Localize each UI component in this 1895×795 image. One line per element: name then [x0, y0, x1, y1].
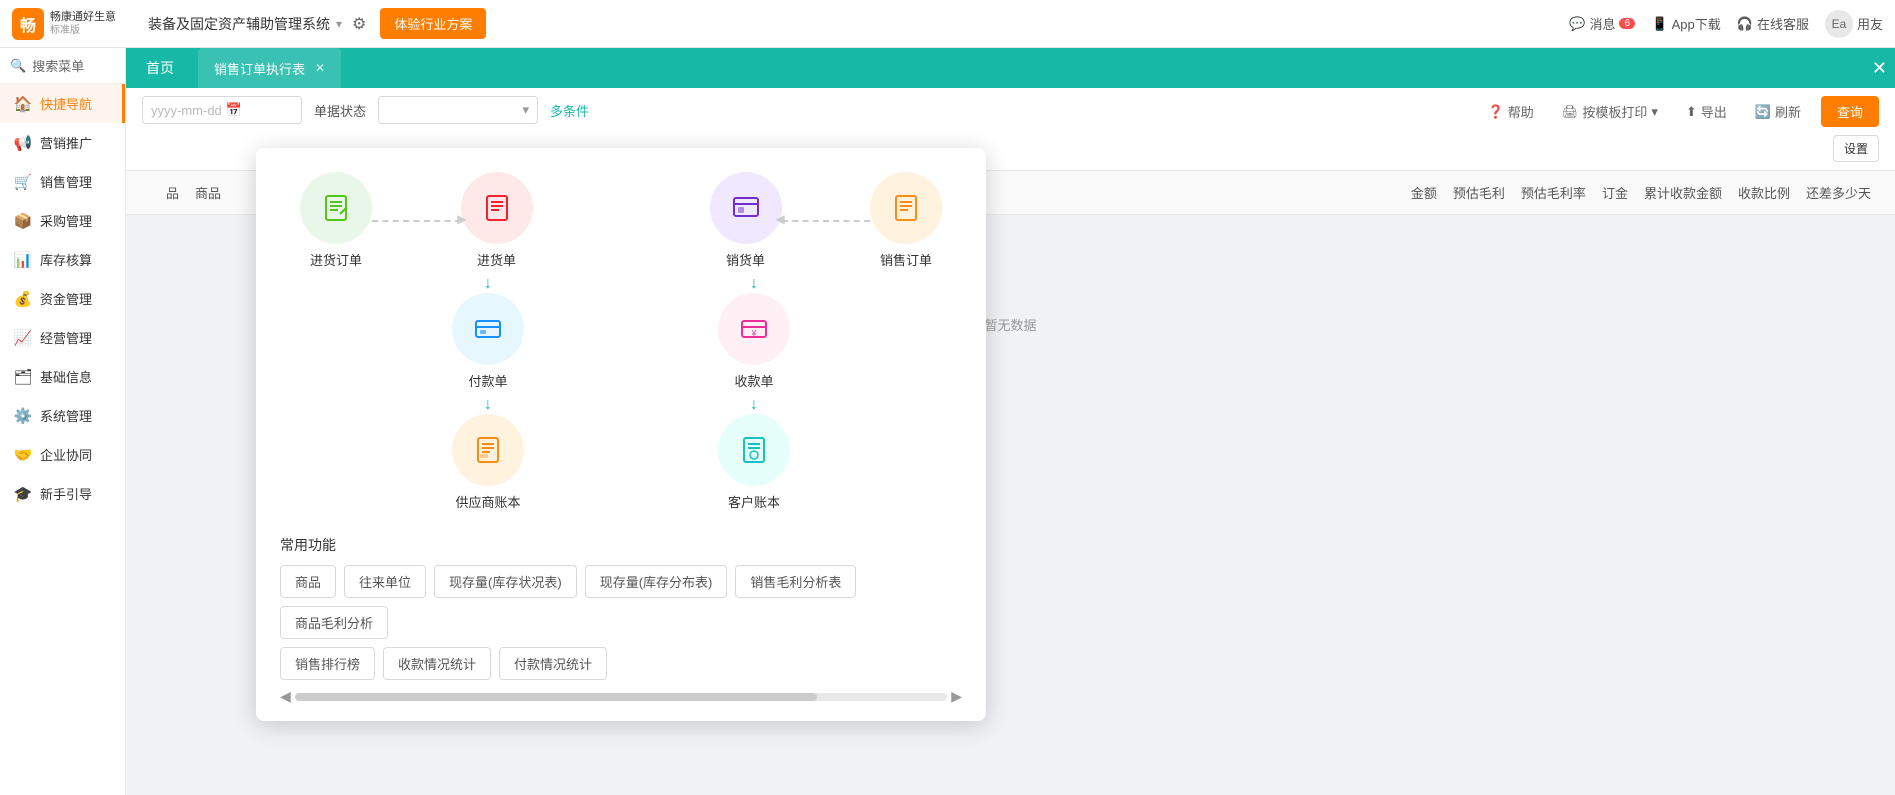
sidebar-item-guide[interactable]: 🎓 新手引导: [0, 474, 125, 513]
guide-icon: 🎓: [14, 485, 32, 503]
scroll-right-btn[interactable]: ▶: [951, 688, 962, 705]
scroll-bar-area: ◀ ▶: [280, 688, 962, 705]
common-functions: 常用功能 商品 往来单位 现存量(库存状况表) 现存量(库存分布表) 销售毛利分…: [280, 535, 962, 680]
try-button[interactable]: 体验行业方案: [380, 8, 486, 39]
basic-icon: 🗂: [14, 368, 32, 386]
func-btn-goods-gross[interactable]: 商品毛利分析: [280, 606, 388, 639]
page-content: yyyy-mm-dd 📅 单据状态 ▾ 多条件 ❓: [126, 88, 1895, 795]
sales-icon: 🛒: [14, 173, 32, 191]
sidebar-item-finance[interactable]: 💰 资金管理: [0, 279, 125, 318]
sidebar-item-basic[interactable]: 🗂 基础信息: [0, 357, 125, 396]
func-buttons-row2: 销售排行榜 收款情况统计 付款情况统计: [280, 647, 962, 680]
sidebar-item-enterprise[interactable]: 🤝 企业协同: [0, 435, 125, 474]
arrow-down-rec: ↓: [718, 396, 790, 414]
customer-ledger-icon: [718, 414, 790, 486]
logo-icon: 畅: [12, 8, 44, 40]
func-btn-goods[interactable]: 商品: [280, 565, 336, 598]
online-service-button[interactable]: 🎧 在线客服: [1737, 14, 1809, 33]
enterprise-icon: 🤝: [14, 446, 32, 464]
scroll-track[interactable]: [295, 693, 947, 701]
sidebar-item-purchase[interactable]: 📦 采购管理: [0, 201, 125, 240]
flow-diagram: 进货订单 ▶: [280, 172, 962, 527]
marketing-icon: 📢: [14, 134, 32, 152]
func-btn-sales-rank[interactable]: 销售排行榜: [280, 647, 375, 680]
tab-sales-order[interactable]: 销售订单执行表 ✕: [198, 48, 341, 88]
sidebar-item-inventory[interactable]: 📊 库存核算: [0, 240, 125, 279]
supplier-ledger-icon: [452, 414, 524, 486]
operation-icon: 📈: [14, 329, 32, 347]
arrow-po-to-pb: ▶: [372, 220, 461, 222]
tab-home[interactable]: 首页: [126, 48, 194, 88]
popup-dialog: 进货订单 ▶: [256, 148, 986, 721]
tab-bar-close-icon[interactable]: ✕: [1872, 58, 1887, 79]
logo-area: 畅 畅康通好生意 标准版: [12, 8, 138, 40]
purchase-order-icon: [300, 172, 372, 244]
receipt-icon: ¥: [718, 293, 790, 365]
func-buttons-row1: 商品 往来单位 现存量(库存状况表) 现存量(库存分布表) 销售毛利分析表 商品…: [280, 565, 962, 639]
scroll-left-btn[interactable]: ◀: [280, 688, 291, 705]
finance-icon: 💰: [14, 290, 32, 308]
sidebar-item-quick[interactable]: 🏠 快捷导航: [0, 84, 125, 123]
node-purchase-bill[interactable]: 进货单: [461, 172, 533, 269]
sidebar-item-system[interactable]: ⚙️ 系统管理: [0, 396, 125, 435]
user-area[interactable]: Ea 用友: [1825, 10, 1883, 38]
system-icon: ⚙️: [14, 407, 32, 425]
sales-order-icon: [870, 172, 942, 244]
node-sales-order[interactable]: 销售订单: [870, 172, 942, 269]
func-btn-sales-gross[interactable]: 销售毛利分析表: [735, 565, 856, 598]
tab-bar: 首页 销售订单执行表 ✕ ✕: [126, 48, 1895, 88]
settings-icon[interactable]: ⚙: [352, 14, 366, 34]
node-sales-bill[interactable]: 销货单: [710, 172, 782, 269]
flow-row2: 付款单 ¥ 收款单: [280, 293, 962, 390]
inventory-icon: 📊: [14, 251, 32, 269]
node-receipt[interactable]: ¥ 收款单: [718, 293, 790, 390]
search-menu-button[interactable]: 🔍 快捷导航 搜索菜单: [0, 48, 125, 84]
node-customer-ledger[interactable]: 客户账本: [718, 414, 790, 511]
down-arrows-row2: ↓ ↓: [280, 396, 962, 414]
sales-bill-icon: [710, 172, 782, 244]
func-btn-contacts[interactable]: 往来单位: [344, 565, 426, 598]
message-icon: 💬: [1569, 16, 1585, 32]
message-button[interactable]: 💬 消息 6: [1569, 14, 1635, 33]
content-area: 首页 销售订单执行表 ✕ ✕ yyyy-mm-dd 📅: [126, 48, 1895, 795]
tab-close-icon[interactable]: ✕: [315, 61, 325, 75]
service-icon: 🎧: [1737, 16, 1753, 32]
user-avatar: Ea: [1825, 10, 1853, 38]
system-title: 装备及固定资产辅助管理系统 ▾: [148, 14, 342, 34]
top-right: 💬 消息 6 📱 App下载 🎧 在线客服 Ea 用友: [1569, 10, 1883, 38]
arrow-down-pay: ↓: [452, 396, 524, 414]
sidebar-item-marketing[interactable]: 📢 营销推广: [0, 123, 125, 162]
quick-icon: 🏠: [14, 95, 32, 113]
common-functions-title: 常用功能: [280, 535, 962, 555]
func-btn-stock-dist[interactable]: 现存量(库存分布表): [585, 565, 728, 598]
func-btn-payment-stat[interactable]: 付款情况统计: [499, 647, 607, 680]
purchase-bill-icon: [461, 172, 533, 244]
sidebar-item-sales[interactable]: 🛒 销售管理: [0, 162, 125, 201]
flow-row3: 供应商账本 客户账本: [280, 414, 962, 511]
svg-text:¥: ¥: [751, 329, 757, 338]
node-payment[interactable]: 付款单: [452, 293, 524, 390]
overlay[interactable]: 进货订单 ▶: [126, 88, 1895, 795]
app-download-button[interactable]: 📱 App下载: [1651, 14, 1720, 33]
sidebar: 🔍 快捷导航 搜索菜单 🏠 快捷导航 📢 营销推广 🛒 销售管理 📦 采购管理: [0, 48, 126, 795]
sidebar-item-operation[interactable]: 📈 经营管理: [0, 318, 125, 357]
arrow-so-to-sb: ◀: [782, 220, 871, 222]
payment-icon: [452, 293, 524, 365]
message-badge: 6: [1619, 18, 1635, 29]
node-purchase-order[interactable]: 进货订单: [300, 172, 372, 269]
arrow-down-pb: ↓: [452, 275, 524, 293]
arrow-down-sb: ↓: [718, 275, 790, 293]
scroll-thumb: [295, 693, 817, 701]
purchase-icon: 📦: [14, 212, 32, 230]
dropdown-icon[interactable]: ▾: [336, 17, 342, 31]
node-supplier-ledger[interactable]: 供应商账本: [452, 414, 524, 511]
search-icon: 🔍: [10, 58, 26, 74]
down-arrows-row1: ↓ ↓: [280, 275, 962, 293]
func-btn-stock-status[interactable]: 现存量(库存状况表): [434, 565, 577, 598]
app-icon: 📱: [1651, 16, 1667, 32]
logo-text: 畅康通好生意 标准版: [50, 10, 116, 37]
func-btn-receipt-stat[interactable]: 收款情况统计: [383, 647, 491, 680]
